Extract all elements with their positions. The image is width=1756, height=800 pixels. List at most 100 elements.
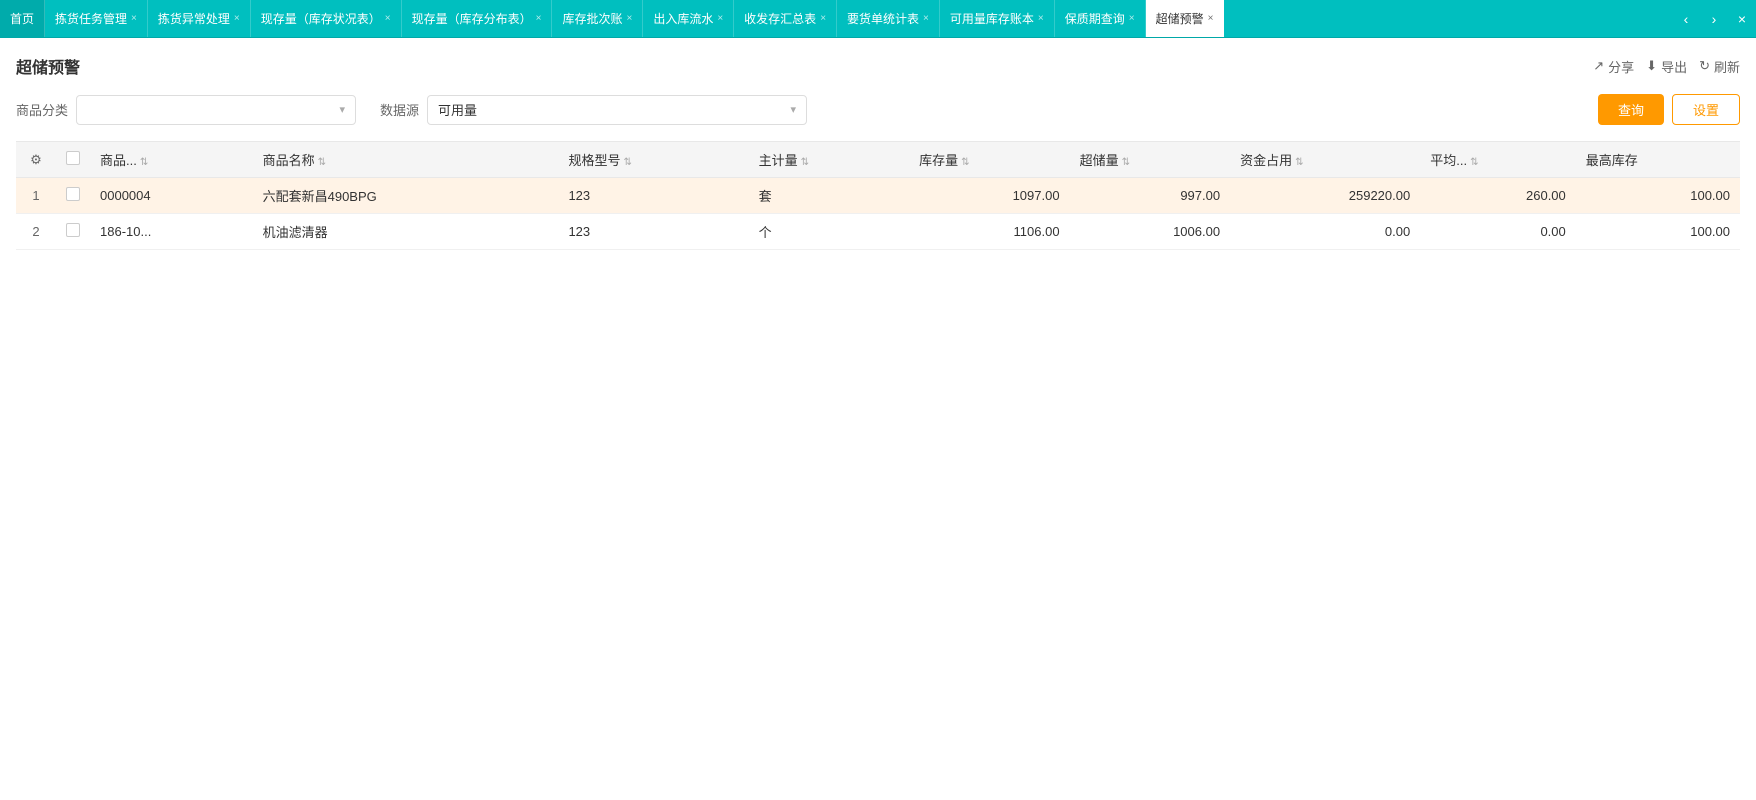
datasource-chevron-icon: ▾ — [791, 103, 797, 116]
share-icon: ↗ — [1593, 58, 1604, 74]
close-tab-batch-account-icon[interactable]: × — [626, 13, 632, 24]
nav-arrow-close[interactable]: × — [1728, 0, 1756, 38]
nav-tab-batch-account[interactable]: 库存批次账 × — [552, 0, 643, 38]
cell-product-name: 六配套新昌490BPG — [253, 178, 559, 214]
th-product-code: 商品...⇅ — [90, 142, 253, 178]
nav-arrow-right[interactable]: › — [1700, 0, 1728, 38]
cell-max-stock: 100.00 — [1576, 178, 1740, 214]
close-tab-inventory-status-icon[interactable]: × — [385, 13, 391, 24]
export-button[interactable]: ⬇ 导出 — [1646, 57, 1687, 76]
close-tab-abnormal-icon[interactable]: × — [234, 13, 240, 24]
row-checkbox[interactable] — [66, 187, 80, 201]
close-tab-overstock-warn-icon[interactable]: × — [1208, 13, 1214, 24]
cell-product-code: 0000004 — [90, 178, 253, 214]
table-row: 1 0000004 六配套新昌490BPG 123 套 1097.00 997.… — [16, 178, 1740, 214]
sort-product-code-icon[interactable]: ⇅ — [140, 157, 148, 168]
th-stock: 库存量⇅ — [909, 142, 1070, 178]
table-body: 1 0000004 六配套新昌490BPG 123 套 1097.00 997.… — [16, 178, 1740, 250]
cell-index: 1 — [16, 178, 56, 214]
cell-product-name: 机油滤清器 — [253, 214, 559, 250]
nav-tab-avail-ledger[interactable]: 可用量库存账本 × — [940, 0, 1055, 38]
nav-tab-home[interactable]: 首页 — [0, 0, 45, 38]
sort-overstock-icon[interactable]: ⇅ — [1122, 157, 1130, 168]
nav-arrows: ‹ › × — [1672, 0, 1756, 38]
cell-unit: 个 — [749, 214, 910, 250]
close-tab-avail-ledger-icon[interactable]: × — [1038, 13, 1044, 24]
filter-bar: 商品分类 ▾ 数据源 可用量 ▾ 查询 设置 — [16, 94, 1740, 125]
close-tab-task-mgmt-icon[interactable]: × — [131, 13, 137, 24]
row-checkbox[interactable] — [66, 223, 80, 237]
nav-tab-quality-check[interactable]: 保质期查询 × — [1055, 0, 1146, 38]
page-header: 超储预警 ↗ 分享 ⬇ 导出 ↻ 刷新 — [16, 54, 1740, 78]
nav-tab-inout-flow[interactable]: 出入库流水 × — [643, 0, 734, 38]
cell-overstock: 1006.00 — [1070, 214, 1231, 250]
cell-avg: 260.00 — [1420, 178, 1576, 214]
main-content: 超储预警 ↗ 分享 ⬇ 导出 ↻ 刷新 商品分类 ▾ 数据源 — [0, 38, 1756, 800]
query-button[interactable]: 查询 — [1598, 94, 1664, 125]
sort-product-name-icon[interactable]: ⇅ — [318, 157, 326, 168]
th-max-stock: 最高库存 — [1576, 142, 1740, 178]
settings-gear-icon[interactable]: ⚙ — [30, 152, 42, 167]
cell-stock: 1106.00 — [909, 214, 1070, 250]
th-capital: 资金占用⇅ — [1230, 142, 1420, 178]
share-button[interactable]: ↗ 分享 — [1593, 57, 1634, 76]
close-tab-order-stats-icon[interactable]: × — [923, 13, 929, 24]
th-unit: 主计量⇅ — [749, 142, 910, 178]
datasource-select[interactable]: 可用量 ▾ — [427, 95, 807, 125]
category-filter: 商品分类 ▾ — [16, 95, 356, 125]
nav-arrow-left[interactable]: ‹ — [1672, 0, 1700, 38]
cell-capital: 0.00 — [1230, 214, 1420, 250]
sort-unit-icon[interactable]: ⇅ — [801, 157, 809, 168]
header-checkbox[interactable] — [66, 151, 80, 165]
cell-product-code: 186-10... — [90, 214, 253, 250]
nav-tab-order-stats[interactable]: 要货单统计表 × — [837, 0, 940, 38]
cell-avg: 0.00 — [1420, 214, 1576, 250]
nav-tab-abnormal[interactable]: 拣货异常处理 × — [148, 0, 251, 38]
datasource-value: 可用量 — [438, 100, 477, 119]
close-tab-receive-send-icon[interactable]: × — [820, 13, 826, 24]
th-overstock: 超储量⇅ — [1070, 142, 1231, 178]
cell-index: 2 — [16, 214, 56, 250]
cell-unit: 套 — [749, 178, 910, 214]
th-spec: 规格型号⇅ — [558, 142, 748, 178]
close-tab-inventory-dist-icon[interactable]: × — [536, 13, 542, 24]
th-avg: 平均...⇅ — [1420, 142, 1576, 178]
category-select[interactable]: ▾ — [76, 95, 356, 125]
close-tab-inout-flow-icon[interactable]: × — [717, 13, 723, 24]
sort-stock-icon[interactable]: ⇅ — [961, 157, 969, 168]
nav-tab-inventory-dist[interactable]: 现存量（库存分布表） × — [402, 0, 553, 38]
set-button[interactable]: 设置 — [1672, 94, 1740, 125]
sort-avg-icon[interactable]: ⇅ — [1470, 157, 1478, 168]
th-product-name: 商品名称⇅ — [253, 142, 559, 178]
refresh-button[interactable]: ↻ 刷新 — [1699, 57, 1740, 76]
nav-tab-task-mgmt[interactable]: 拣货任务管理 × — [45, 0, 148, 38]
datasource-label: 数据源 — [380, 100, 419, 119]
export-icon: ⬇ — [1646, 58, 1657, 74]
sort-spec-icon[interactable]: ⇅ — [623, 157, 631, 168]
cell-spec: 123 — [558, 214, 748, 250]
table-row: 2 186-10... 机油滤清器 123 个 1106.00 1006.00 … — [16, 214, 1740, 250]
category-label: 商品分类 — [16, 100, 68, 119]
refresh-icon: ↻ — [1699, 58, 1710, 74]
cell-capital: 259220.00 — [1230, 178, 1420, 214]
page-title: 超储预警 — [16, 54, 80, 78]
th-checkbox — [56, 142, 90, 178]
header-actions: ↗ 分享 ⬇ 导出 ↻ 刷新 — [1593, 57, 1740, 76]
nav-tab-overstock-warn[interactable]: 超储预警 × — [1146, 0, 1225, 38]
data-table: ⚙ 商品...⇅ 商品名称⇅ 规格型号⇅ 主计量⇅ 库存量⇅ — [16, 141, 1740, 250]
th-settings: ⚙ — [16, 142, 56, 178]
cell-overstock: 997.00 — [1070, 178, 1231, 214]
category-chevron-icon: ▾ — [339, 103, 345, 116]
top-nav: 首页拣货任务管理 ×拣货异常处理 ×现存量（库存状况表） ×现存量（库存分布表）… — [0, 0, 1756, 38]
sort-capital-icon[interactable]: ⇅ — [1295, 157, 1303, 168]
filter-actions: 查询 设置 — [1598, 94, 1740, 125]
cell-checkbox — [56, 214, 90, 250]
datasource-filter: 数据源 可用量 ▾ — [380, 95, 807, 125]
nav-tab-receive-send[interactable]: 收发存汇总表 × — [734, 0, 837, 38]
cell-checkbox — [56, 178, 90, 214]
cell-spec: 123 — [558, 178, 748, 214]
table-header: ⚙ 商品...⇅ 商品名称⇅ 规格型号⇅ 主计量⇅ 库存量⇅ — [16, 142, 1740, 178]
nav-tab-inventory-status[interactable]: 现存量（库存状况表） × — [251, 0, 402, 38]
close-tab-quality-check-icon[interactable]: × — [1129, 13, 1135, 24]
cell-stock: 1097.00 — [909, 178, 1070, 214]
